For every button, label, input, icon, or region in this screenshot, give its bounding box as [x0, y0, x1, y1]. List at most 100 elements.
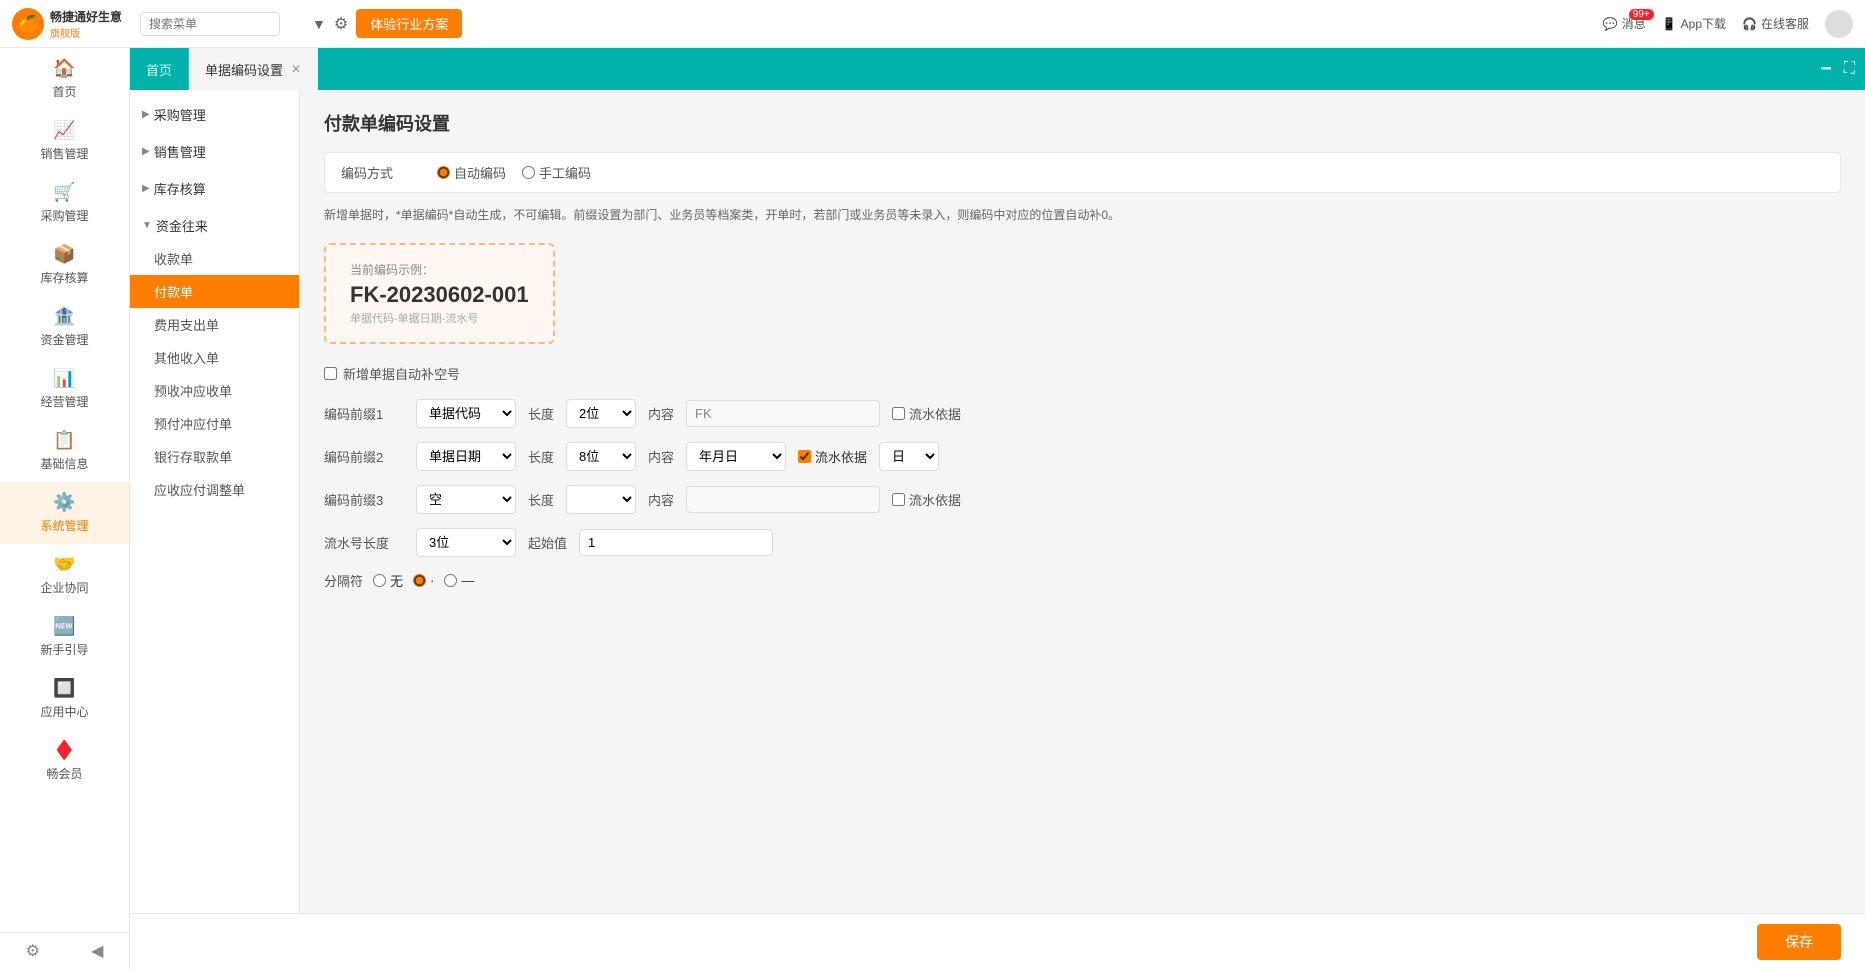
- prefix3-select[interactable]: 空: [416, 485, 516, 514]
- message-icon: 💬: [1603, 17, 1618, 31]
- sidebar-item-enterprise[interactable]: 🤝 企业协同: [0, 544, 129, 606]
- mobile-icon: 📱: [1662, 17, 1677, 31]
- sub-group-sales-header[interactable]: ▶ 销售管理: [130, 135, 299, 168]
- waterflow2-checkbox[interactable]: [798, 450, 811, 463]
- serial-len-select[interactable]: 3位: [416, 528, 516, 557]
- sub-group-capital-header[interactable]: ▼ 资金往来: [130, 209, 299, 242]
- sidebar-item-guide[interactable]: 🆕 新手引导: [0, 606, 129, 668]
- sidebar-item-inventory[interactable]: 📦 库存核算: [0, 234, 129, 296]
- solution-button[interactable]: 体验行业方案: [356, 9, 462, 38]
- radio-manual-input[interactable]: [522, 166, 535, 179]
- app-download-button[interactable]: 📱 App下载: [1662, 15, 1726, 32]
- tab-close-icon[interactable]: ✕: [291, 62, 301, 76]
- sidebar-item-operations[interactable]: 📊 经营管理: [0, 358, 129, 420]
- separator-label: 分隔符: [324, 571, 363, 590]
- separator-row: 分隔符 无 · —: [324, 571, 1841, 590]
- sub-item-expense[interactable]: 费用支出单: [130, 308, 299, 341]
- prefix2-select[interactable]: 单据日期: [416, 442, 516, 471]
- sep-none-label[interactable]: 无: [373, 571, 403, 590]
- topbar-search-area: [140, 12, 300, 36]
- sep-none-radio[interactable]: [373, 574, 386, 587]
- serial-len-label: 流水号长度: [324, 533, 404, 552]
- tab-minimize-icon[interactable]: 🗕: [1820, 56, 1831, 83]
- radio-auto-encode[interactable]: 自动编码: [437, 163, 506, 182]
- len2-label: 长度: [528, 447, 554, 466]
- start-val-input[interactable]: [579, 529, 773, 556]
- sub-group-inventory-header[interactable]: ▶ 库存核算: [130, 172, 299, 205]
- sub-item-payment[interactable]: 付款单: [130, 275, 299, 308]
- tab-maximize-icon[interactable]: ⛶: [1844, 60, 1855, 78]
- tab-home[interactable]: 首页: [130, 48, 189, 90]
- len1-label: 长度: [528, 404, 554, 423]
- sub-item-pre-receipt[interactable]: 预收冲应收单: [130, 374, 299, 407]
- content2-select[interactable]: 年月日: [686, 442, 786, 471]
- sub-item-receipt[interactable]: 收款单: [130, 242, 299, 275]
- sub-group-purchase-header[interactable]: ▶ 采购管理: [130, 98, 299, 131]
- tab-bar: 首页 单据编码设置 ✕ 🗕 ⛶: [130, 48, 1865, 90]
- message-button[interactable]: 💬 消息 99+: [1603, 15, 1646, 32]
- len1-select[interactable]: 2位: [566, 399, 636, 428]
- sub-item-pre-payment[interactable]: 预付冲应付单: [130, 407, 299, 440]
- info-text: 新增单据时，*单据编码*自动生成，不可编辑。前缀设置为部门、业务员等档案类，开单…: [324, 205, 1841, 227]
- settings-icon[interactable]: ⚙: [334, 14, 348, 34]
- waterflow1-item: 流水依据: [892, 404, 961, 423]
- sidebar-item-member[interactable]: ♦️ 畅会员: [0, 730, 129, 792]
- sub-group-capital: ▼ 资金往来 收款单 付款单 费用支出单 其他收入单 预收冲应收单 预付冲应付单…: [130, 209, 299, 506]
- topbar-dropdown: ▼ ⚙: [312, 14, 348, 34]
- sidebar-item-system[interactable]: ⚙️ 系统管理: [0, 482, 129, 544]
- prefix1-select[interactable]: 单据代码: [416, 399, 516, 428]
- sidebar-item-basic[interactable]: 📋 基础信息: [0, 420, 129, 482]
- len2-select[interactable]: 8位: [566, 442, 636, 471]
- topbar-right: 💬 消息 99+ 📱 App下载 🎧 在线客服: [1603, 10, 1853, 38]
- waterflow1-checkbox[interactable]: [892, 407, 905, 420]
- content3-input: [686, 486, 880, 513]
- sidebar-item-sales[interactable]: 📈 销售管理: [0, 110, 129, 172]
- enterprise-icon: 🤝: [53, 554, 75, 575]
- search-input[interactable]: [140, 12, 280, 36]
- save-button[interactable]: 保存: [1757, 924, 1841, 960]
- inventory-icon: 📦: [53, 244, 75, 265]
- sub-item-other-income[interactable]: 其他收入单: [130, 341, 299, 374]
- prefix2-label: 编码前缀2: [324, 447, 404, 466]
- sep-dash-label[interactable]: —: [444, 573, 474, 588]
- content1-label: 内容: [648, 404, 674, 423]
- sep-dash-radio[interactable]: [444, 574, 457, 587]
- preview-box: 当前编码示例： FK-20230602-001 单据代码-单据日期-流水号: [324, 243, 555, 344]
- sidebar-item-purchase[interactable]: 🛒 采购管理: [0, 172, 129, 234]
- waterflow3-item: 流水依据: [892, 490, 961, 509]
- sidebar-item-finance[interactable]: 🏦 资金管理: [0, 296, 129, 358]
- sidebar-settings-icon[interactable]: ⚙: [26, 941, 40, 961]
- main-content: ▶ 采购管理 ▶ 销售管理 ▶ 库存核算: [130, 90, 1865, 913]
- waterflow2-item: 流水依据: [798, 447, 867, 466]
- sub-item-adjustment[interactable]: 应收应付调整单: [130, 473, 299, 506]
- avatar[interactable]: [1825, 10, 1853, 38]
- sep-dot-radio[interactable]: [413, 574, 426, 587]
- chevron-right-icon: ▶: [142, 183, 150, 194]
- logo: 🍊 畅捷通好生意 旗舰版: [12, 8, 132, 40]
- prefix3-label: 编码前缀3: [324, 490, 404, 509]
- sales-icon: 📈: [53, 120, 75, 141]
- dropdown-icon[interactable]: ▼: [312, 16, 326, 32]
- waterflow3-checkbox[interactable]: [892, 493, 905, 506]
- sidebar-item-appstore[interactable]: 🔲 应用中心: [0, 668, 129, 730]
- sidebar-item-home[interactable]: 🏠 首页: [0, 48, 129, 110]
- form-row-prefix3: 编码前缀3 空 长度 内容 流水依据: [324, 485, 1841, 514]
- auto-fill-checkbox[interactable]: [324, 367, 337, 380]
- len3-label: 长度: [528, 490, 554, 509]
- encode-method-label: 编码方式: [341, 163, 421, 182]
- len3-select[interactable]: [566, 485, 636, 514]
- finance-icon: 🏦: [53, 306, 75, 327]
- main-layout: 🏠 首页 📈 销售管理 🛒 采购管理 📦 库存核算 🏦 资金管理 📊 经营管理 …: [0, 48, 1865, 969]
- sub-item-bank[interactable]: 银行存取款单: [130, 440, 299, 473]
- topbar: 🍊 畅捷通好生意 旗舰版 ▼ ⚙ 体验行业方案 💬 消息 99+ 📱 App下载…: [0, 0, 1865, 48]
- waterflow2-day-select[interactable]: 日 月 年: [879, 442, 939, 471]
- sidebar-collapse-icon[interactable]: ◀: [91, 941, 103, 961]
- guide-icon: 🆕: [53, 616, 75, 637]
- sep-dot-label[interactable]: ·: [413, 573, 434, 588]
- radio-auto-input[interactable]: [437, 166, 450, 179]
- online-service-button[interactable]: 🎧 在线客服: [1742, 15, 1809, 32]
- preview-label: 当前编码示例：: [350, 261, 529, 278]
- radio-manual-encode[interactable]: 手工编码: [522, 163, 591, 182]
- sub-group-purchase: ▶ 采购管理: [130, 98, 299, 131]
- tab-encode-setting[interactable]: 单据编码设置 ✕: [189, 48, 318, 90]
